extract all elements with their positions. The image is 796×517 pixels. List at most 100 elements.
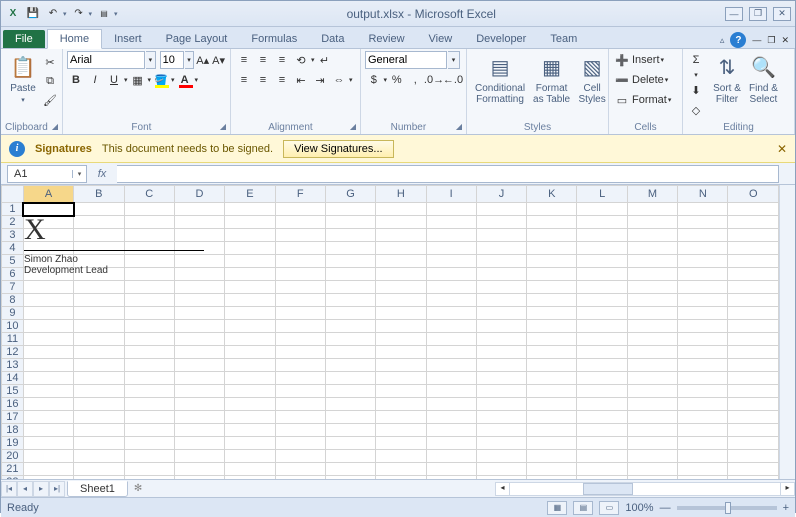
cell-A14[interactable]	[23, 372, 73, 385]
bold-button[interactable]: B	[67, 71, 85, 89]
cell-J12[interactable]	[476, 346, 526, 359]
number-format-select[interactable]	[365, 51, 447, 69]
cell-D9[interactable]	[174, 307, 224, 320]
cell-A12[interactable]	[23, 346, 73, 359]
cell-B15[interactable]	[74, 385, 124, 398]
restore-button[interactable]: ❐	[749, 7, 767, 21]
tab-view[interactable]: View	[417, 30, 465, 48]
borders-button[interactable]: ▦	[129, 71, 147, 89]
cell-I16[interactable]	[426, 398, 476, 411]
cell-B1[interactable]	[74, 203, 124, 216]
zoom-slider[interactable]	[677, 506, 777, 510]
cell-B8[interactable]	[74, 294, 124, 307]
cell-E6[interactable]	[225, 268, 275, 281]
cell-N13[interactable]	[678, 359, 728, 372]
cell-K9[interactable]	[527, 307, 577, 320]
cell-B21[interactable]	[74, 463, 124, 476]
italic-button[interactable]: I	[86, 71, 104, 89]
clipboard-launcher[interactable]: ◢	[52, 122, 58, 131]
cell-E3[interactable]	[225, 229, 275, 242]
column-header-G[interactable]: G	[325, 186, 375, 203]
cell-O10[interactable]	[728, 320, 779, 333]
cell-F9[interactable]	[275, 307, 325, 320]
cell-K11[interactable]	[527, 333, 577, 346]
cell-B14[interactable]	[74, 372, 124, 385]
cell-M21[interactable]	[627, 463, 677, 476]
row-header-10[interactable]: 10	[2, 320, 24, 333]
help-icon[interactable]: ?	[730, 32, 746, 48]
row-header-7[interactable]: 7	[2, 281, 24, 294]
cell-A7[interactable]	[23, 281, 73, 294]
cell-O17[interactable]	[728, 411, 779, 424]
column-header-B[interactable]: B	[74, 186, 124, 203]
cell-N5[interactable]	[678, 255, 728, 268]
row-header-12[interactable]: 12	[2, 346, 24, 359]
cell-I10[interactable]	[426, 320, 476, 333]
tab-team[interactable]: Team	[538, 30, 589, 48]
cell-K12[interactable]	[527, 346, 577, 359]
cell-M22[interactable]	[627, 476, 677, 480]
cell-B20[interactable]	[74, 450, 124, 463]
cell-O21[interactable]	[728, 463, 779, 476]
cell-N4[interactable]	[678, 242, 728, 255]
cell-M7[interactable]	[627, 281, 677, 294]
cell-J1[interactable]	[476, 203, 526, 216]
cell-M3[interactable]	[627, 229, 677, 242]
decrease-decimal-icon[interactable]: ←.0	[444, 71, 462, 89]
shrink-font-icon[interactable]: A▾	[211, 51, 226, 69]
cell-K4[interactable]	[527, 242, 577, 255]
cell-D3[interactable]	[174, 229, 224, 242]
cell-A18[interactable]	[23, 424, 73, 437]
cell-G4[interactable]	[325, 242, 375, 255]
cell-H14[interactable]	[376, 372, 426, 385]
cell-H8[interactable]	[376, 294, 426, 307]
cell-O3[interactable]	[728, 229, 779, 242]
cell-C11[interactable]	[124, 333, 174, 346]
cell-C22[interactable]	[124, 476, 174, 480]
cell-B13[interactable]	[74, 359, 124, 372]
cell-M16[interactable]	[627, 398, 677, 411]
cell-O19[interactable]	[728, 437, 779, 450]
cell-I4[interactable]	[426, 242, 476, 255]
cell-D15[interactable]	[174, 385, 224, 398]
cell-B5[interactable]	[74, 255, 124, 268]
cell-F18[interactable]	[275, 424, 325, 437]
cell-C13[interactable]	[124, 359, 174, 372]
cell-J13[interactable]	[476, 359, 526, 372]
cell-A22[interactable]	[23, 476, 73, 480]
cell-L16[interactable]	[577, 398, 627, 411]
cell-H16[interactable]	[376, 398, 426, 411]
cut-icon[interactable]: ✂	[41, 53, 59, 71]
zoom-out-button[interactable]: —	[660, 502, 671, 514]
cell-F13[interactable]	[275, 359, 325, 372]
cell-A4[interactable]	[23, 242, 73, 255]
cell-I18[interactable]	[426, 424, 476, 437]
cell-N20[interactable]	[678, 450, 728, 463]
cell-D8[interactable]	[174, 294, 224, 307]
cell-H10[interactable]	[376, 320, 426, 333]
cell-J17[interactable]	[476, 411, 526, 424]
cell-E16[interactable]	[225, 398, 275, 411]
cell-F8[interactable]	[275, 294, 325, 307]
cell-B17[interactable]	[74, 411, 124, 424]
cell-G21[interactable]	[325, 463, 375, 476]
name-box-dropdown[interactable]: ▾	[72, 170, 86, 178]
cell-D5[interactable]	[174, 255, 224, 268]
cell-C8[interactable]	[124, 294, 174, 307]
msgbar-close-icon[interactable]: ✕	[777, 142, 787, 156]
cell-H13[interactable]	[376, 359, 426, 372]
format-cells-button[interactable]: ▭Format▾	[613, 91, 671, 109]
cell-G7[interactable]	[325, 281, 375, 294]
cell-I13[interactable]	[426, 359, 476, 372]
cell-J6[interactable]	[476, 268, 526, 281]
cell-B7[interactable]	[74, 281, 124, 294]
cell-H3[interactable]	[376, 229, 426, 242]
cell-L4[interactable]	[577, 242, 627, 255]
cell-D6[interactable]	[174, 268, 224, 281]
cell-B12[interactable]	[74, 346, 124, 359]
cell-B6[interactable]	[74, 268, 124, 281]
cell-C6[interactable]	[124, 268, 174, 281]
row-header-6[interactable]: 6	[2, 268, 24, 281]
cell-L20[interactable]	[577, 450, 627, 463]
align-top-icon[interactable]: ≡	[235, 51, 253, 69]
